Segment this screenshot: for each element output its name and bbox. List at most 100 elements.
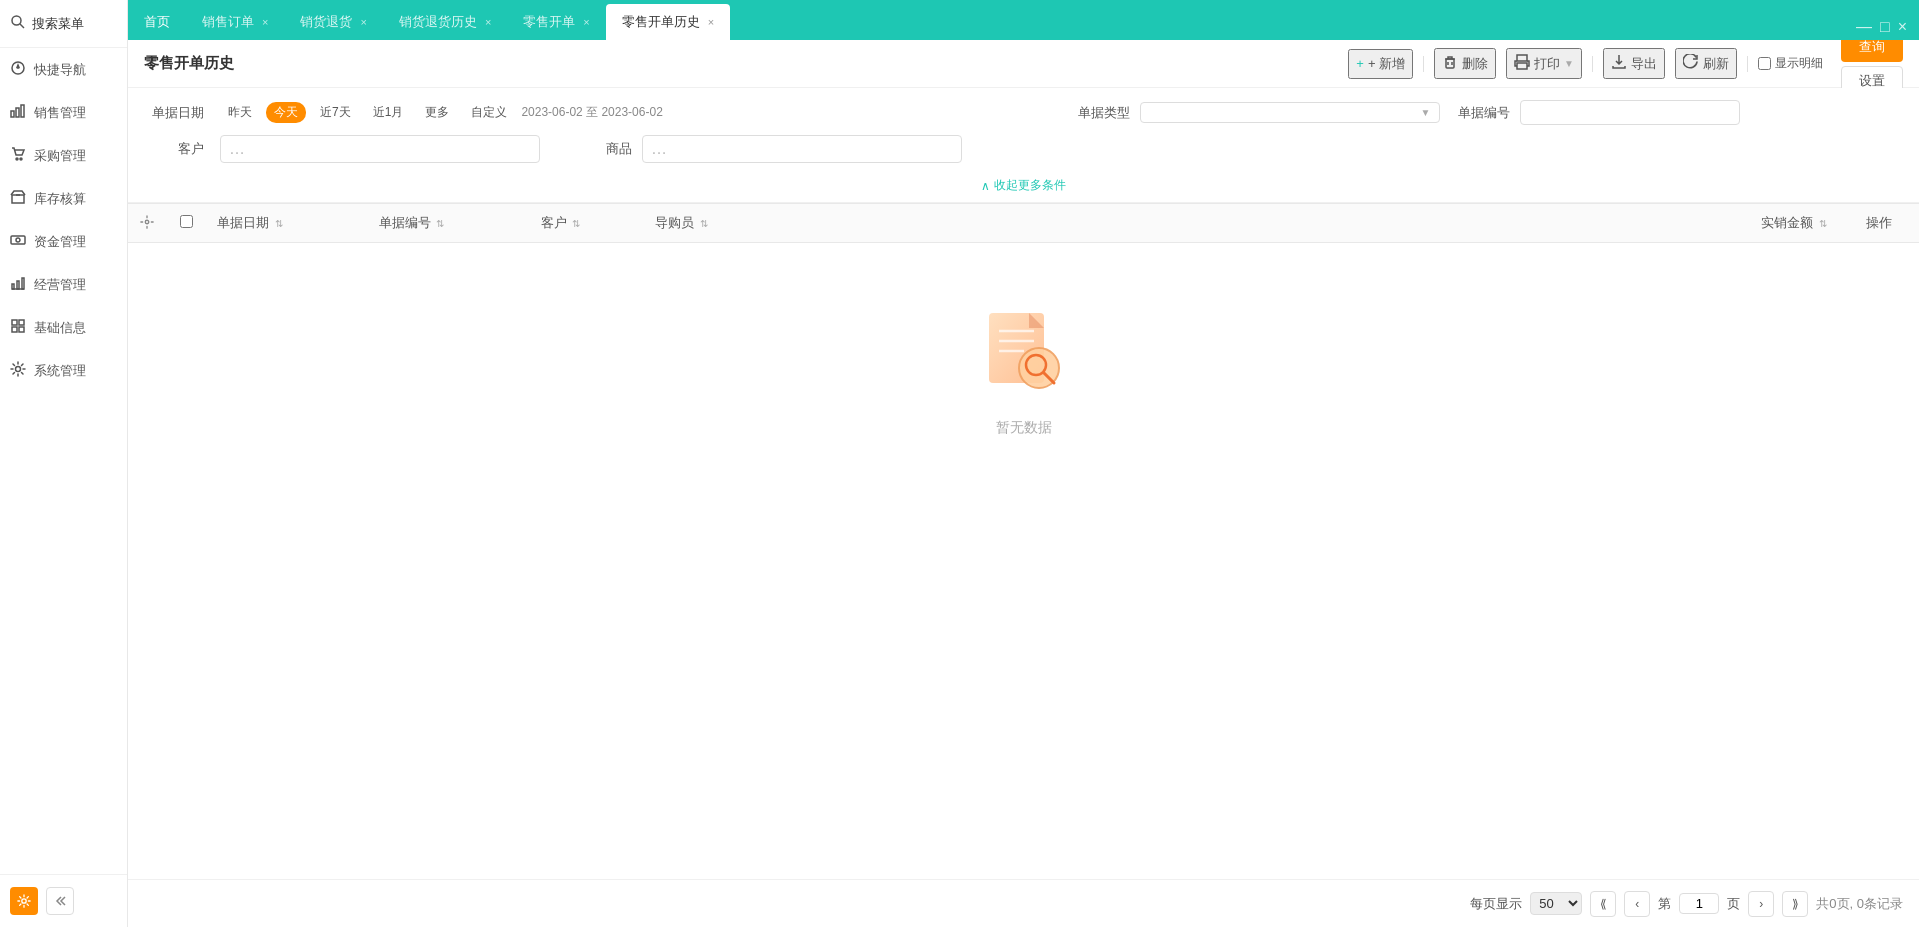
prev-page-button[interactable]: ‹ bbox=[1624, 891, 1650, 917]
export-button[interactable]: 导出 bbox=[1603, 48, 1665, 79]
page-number-input[interactable] bbox=[1679, 893, 1719, 914]
sidebar-search-label: 搜索菜单 bbox=[32, 15, 84, 33]
table-col-number[interactable]: 单据编号 ⇅ bbox=[367, 204, 529, 243]
chart-icon bbox=[10, 103, 26, 122]
tab-home[interactable]: 首页 bbox=[128, 4, 186, 40]
sidebar: 搜索菜单 快捷导航 销售管理 采购管理 bbox=[0, 0, 128, 927]
sidebar-item-label: 基础信息 bbox=[34, 319, 86, 337]
delete-button[interactable]: 删除 bbox=[1434, 48, 1496, 79]
col-customer-label: 客户 bbox=[541, 215, 567, 230]
date-option-7days[interactable]: 近7天 bbox=[312, 102, 359, 123]
goods-select[interactable]: … bbox=[642, 135, 962, 163]
close-button[interactable]: × bbox=[1898, 18, 1907, 36]
chevron-down-icon: ▼ bbox=[1421, 107, 1431, 118]
number-input[interactable] bbox=[1520, 100, 1740, 125]
export-label: 导出 bbox=[1631, 55, 1657, 73]
window-controls: — □ × bbox=[1844, 18, 1919, 40]
divider3 bbox=[1747, 56, 1748, 72]
print-dropdown-icon[interactable]: ▼ bbox=[1564, 58, 1574, 69]
close-icon[interactable]: × bbox=[360, 16, 366, 28]
show-detail-checkbox[interactable]: 显示明细 bbox=[1758, 55, 1823, 72]
bar-icon bbox=[10, 275, 26, 294]
export-icon bbox=[1611, 54, 1627, 73]
current-page-label: 第 bbox=[1658, 895, 1671, 913]
date-range-display: 2023-06-02 至 2023-06-02 bbox=[521, 104, 662, 121]
date-option-yesterday[interactable]: 昨天 bbox=[220, 102, 260, 123]
sidebar-collapse-button[interactable] bbox=[46, 887, 74, 915]
add-button[interactable]: + + 新增 bbox=[1348, 49, 1413, 79]
svg-rect-22 bbox=[19, 327, 24, 332]
sidebar-item-quick-nav[interactable]: 快捷导航 bbox=[0, 48, 127, 91]
filter-row-1: 单据日期 昨天 今天 近7天 近1月 更多 自定义 2023-06-02 至 2… bbox=[144, 100, 1903, 125]
show-detail-label: 显示明细 bbox=[1775, 55, 1823, 72]
tab-sales-return-history-label: 销货退货历史 bbox=[399, 13, 477, 31]
sidebar-item-base-info[interactable]: 基础信息 bbox=[0, 306, 127, 349]
per-page-label: 每页显示 bbox=[1470, 895, 1522, 913]
close-icon[interactable]: × bbox=[708, 16, 714, 28]
settings-icon bbox=[10, 361, 26, 380]
tab-retail-open[interactable]: 零售开单 × bbox=[507, 4, 605, 40]
minimize-button[interactable]: — bbox=[1856, 18, 1872, 36]
table-col-date[interactable]: 单据日期 ⇅ bbox=[205, 204, 367, 243]
sidebar-item-sys-mgmt[interactable]: 系统管理 bbox=[0, 349, 127, 392]
tab-retail-history[interactable]: 零售开单历史 × bbox=[606, 4, 730, 40]
first-page-button[interactable]: ⟪ bbox=[1590, 891, 1616, 917]
date-option-custom[interactable]: 自定义 bbox=[463, 102, 515, 123]
sidebar-item-inventory[interactable]: 库存核算 bbox=[0, 177, 127, 220]
total-info: 共0页, 0条记录 bbox=[1816, 895, 1903, 913]
page-title: 零售开单历史 bbox=[144, 54, 234, 73]
tab-sales-order[interactable]: 销售订单 × bbox=[186, 4, 284, 40]
table-col-amount[interactable]: 实销金额 ⇅ bbox=[1677, 204, 1839, 243]
sidebar-item-label: 资金管理 bbox=[34, 233, 86, 251]
type-select[interactable]: ▼ bbox=[1140, 102, 1440, 123]
sidebar-item-purchase-mgmt[interactable]: 采购管理 bbox=[0, 134, 127, 177]
table-col-extra bbox=[782, 204, 1678, 243]
customer-select[interactable]: … bbox=[220, 135, 540, 163]
maximize-button[interactable]: □ bbox=[1880, 18, 1890, 36]
tab-sales-return-history[interactable]: 销货退货历史 × bbox=[383, 4, 507, 40]
svg-rect-17 bbox=[17, 281, 19, 289]
table-col-settings[interactable] bbox=[128, 204, 168, 243]
close-icon[interactable]: × bbox=[583, 16, 589, 28]
next-page-button[interactable]: › bbox=[1748, 891, 1774, 917]
close-icon[interactable]: × bbox=[485, 16, 491, 28]
add-icon: + bbox=[1356, 56, 1364, 71]
sidebar-item-finance[interactable]: 资金管理 bbox=[0, 220, 127, 263]
content-area: 零售开单历史 + + 新增 bbox=[128, 40, 1919, 927]
money-icon bbox=[10, 232, 26, 251]
select-all-checkbox[interactable] bbox=[180, 215, 193, 228]
last-page-button[interactable]: ⟫ bbox=[1782, 891, 1808, 917]
sidebar-item-sales-mgmt[interactable]: 销售管理 bbox=[0, 91, 127, 134]
sidebar-bottom bbox=[0, 874, 127, 927]
date-filter-label: 单据日期 bbox=[144, 104, 204, 122]
svg-point-30 bbox=[145, 220, 149, 224]
sidebar-item-operations[interactable]: 经营管理 bbox=[0, 263, 127, 306]
table-col-salesperson[interactable]: 导购员 ⇅ bbox=[643, 204, 781, 243]
svg-point-23 bbox=[16, 367, 21, 372]
close-icon[interactable]: × bbox=[262, 16, 268, 28]
collapse-filter-button[interactable]: ∧ 收起更多条件 bbox=[144, 173, 1903, 202]
sidebar-search[interactable]: 搜索菜单 bbox=[0, 0, 127, 48]
svg-marker-3 bbox=[16, 63, 20, 69]
show-detail-check[interactable] bbox=[1758, 57, 1771, 70]
number-filter-label: 单据编号 bbox=[1450, 104, 1510, 122]
filter-area: 单据日期 昨天 今天 近7天 近1月 更多 自定义 2023-06-02 至 2… bbox=[128, 88, 1919, 203]
date-option-1month[interactable]: 近1月 bbox=[365, 102, 412, 123]
query-button[interactable]: 查询 bbox=[1841, 40, 1903, 62]
svg-rect-18 bbox=[22, 278, 24, 289]
date-option-more[interactable]: 更多 bbox=[417, 102, 457, 123]
table-col-customer[interactable]: 客户 ⇅ bbox=[529, 204, 644, 243]
main-area: 首页 销售订单 × 销货退货 × 销货退货历史 × 零售开单 × 零售开单历史 … bbox=[128, 0, 1919, 927]
date-option-today[interactable]: 今天 bbox=[266, 102, 306, 123]
per-page-select[interactable]: 50 20 100 bbox=[1530, 892, 1582, 915]
svg-rect-4 bbox=[11, 111, 14, 117]
refresh-button[interactable]: 刷新 bbox=[1675, 48, 1737, 79]
svg-rect-6 bbox=[21, 105, 24, 117]
sort-icon: ⇅ bbox=[436, 218, 444, 229]
print-button[interactable]: 打印 ▼ bbox=[1506, 48, 1582, 79]
svg-rect-21 bbox=[12, 327, 17, 332]
gear-button[interactable] bbox=[10, 887, 38, 915]
svg-point-12 bbox=[16, 238, 20, 242]
tab-sales-return[interactable]: 销货退货 × bbox=[284, 4, 382, 40]
table-col-check[interactable] bbox=[168, 204, 205, 243]
